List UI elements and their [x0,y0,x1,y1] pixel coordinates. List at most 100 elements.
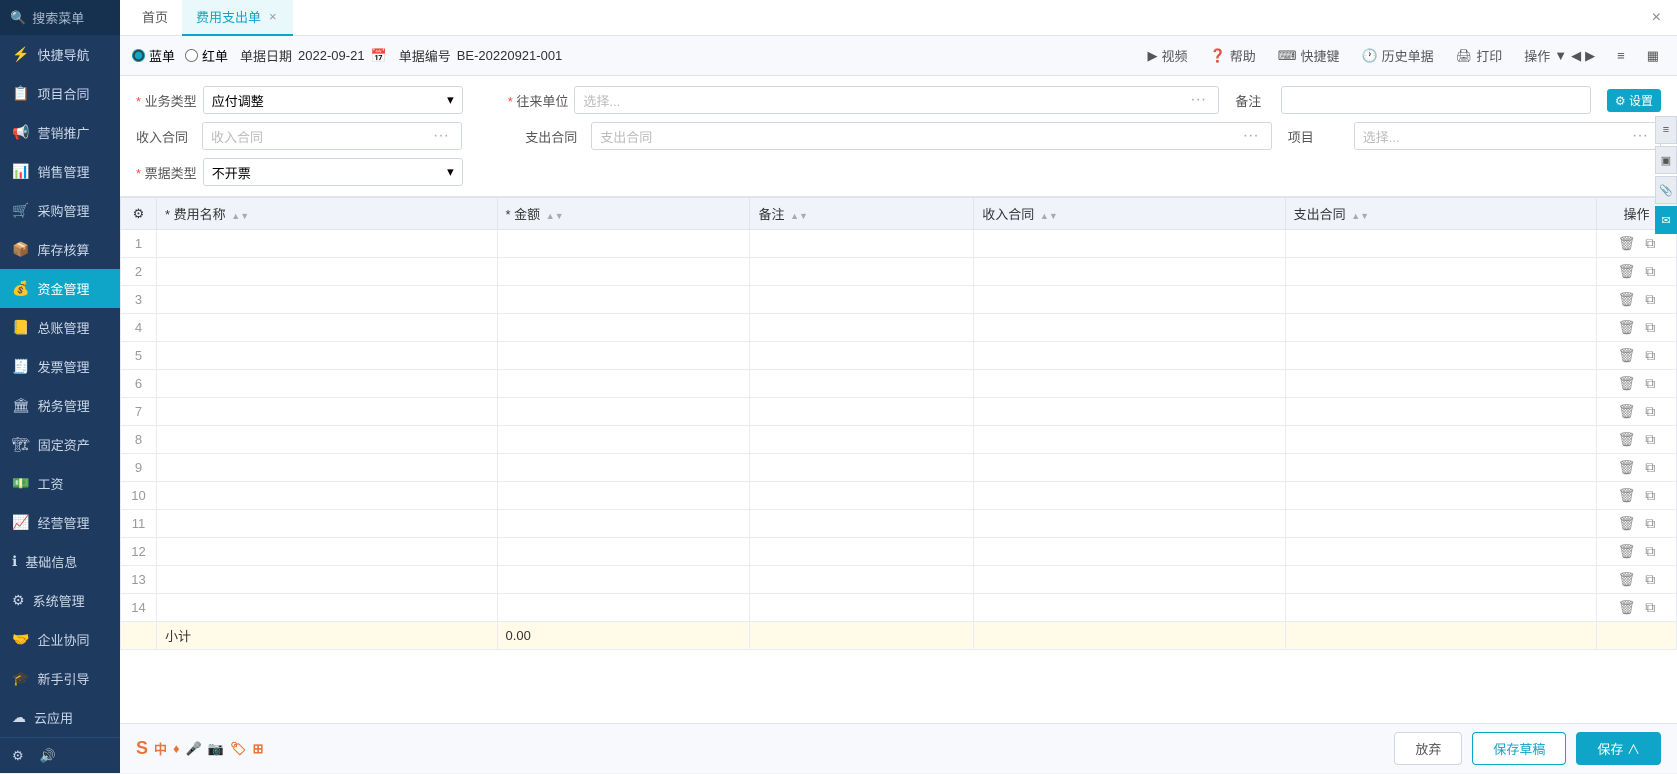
discard-button[interactable]: 放弃 [1394,732,1462,765]
cell-remark[interactable] [750,342,974,370]
delete-icon[interactable]: 🗑 [1615,319,1639,335]
calendar-icon[interactable]: 📅 [371,48,387,64]
sidebar-item-enterprise-coop[interactable]: 🤝企业协同 [0,620,120,659]
cell-income-contract[interactable] [974,482,1285,510]
side-icon-list[interactable]: ≡ [1655,116,1677,144]
cell-expense-name[interactable] [157,370,498,398]
delete-icon[interactable]: 🗑 [1615,571,1639,587]
cell-expense-name[interactable] [157,398,498,426]
sidebar-item-fund-mgmt[interactable]: 💰资金管理 [0,269,120,308]
cell-income-contract[interactable] [974,230,1285,258]
sidebar-item-operations[interactable]: 📈经营管理 [0,503,120,542]
side-icon-grid[interactable]: ▣ [1655,146,1677,174]
sort-icons-expense[interactable]: ▲▼ [231,211,249,221]
sidebar-item-new-guide[interactable]: 🎓新手引导 [0,659,120,698]
cell-expense-name[interactable] [157,314,498,342]
print-btn[interactable]: 🖨 打印 [1450,44,1509,67]
radio-red-input[interactable] [185,49,198,62]
cell-expense-contract[interactable] [1285,258,1596,286]
cell-expense-name[interactable] [157,510,498,538]
delete-icon[interactable]: 🗑 [1615,515,1639,531]
cell-amount[interactable] [497,566,750,594]
cell-remark[interactable] [750,594,974,622]
nav-left-icon[interactable]: ◀ [1571,48,1581,64]
cell-amount[interactable] [497,370,750,398]
cell-amount[interactable] [497,454,750,482]
cell-remark[interactable] [750,454,974,482]
delete-icon[interactable]: 🗑 [1615,543,1639,559]
cell-amount[interactable] [497,482,750,510]
cell-expense-name[interactable] [157,230,498,258]
view-grid-btn[interactable]: ▦ [1641,46,1665,66]
sort-icons-amount[interactable]: ▲▼ [546,211,564,221]
cell-income-contract[interactable] [974,370,1285,398]
invoice-type-select[interactable]: 不开票 ▾ [203,158,463,186]
cell-expense-name[interactable] [157,454,498,482]
sidebar-item-salary[interactable]: 💵工资 [0,464,120,503]
cell-expense-contract[interactable] [1285,370,1596,398]
cell-remark[interactable] [750,566,974,594]
cell-amount[interactable] [497,398,750,426]
cell-remark[interactable] [750,426,974,454]
income-contract-select[interactable]: 收入合同 ··· [202,122,462,150]
partner-select[interactable]: 选择... ··· [574,86,1219,114]
copy-icon[interactable]: ⧉ [1642,515,1658,531]
radio-blue-label[interactable]: 蓝单 [132,46,175,65]
copy-icon[interactable]: ⧉ [1642,235,1658,251]
partner-ellipsis-btn[interactable]: ··· [1186,91,1210,109]
expense-contract-select[interactable]: 支出合同 ··· [591,122,1272,150]
window-close-btn[interactable]: × [1652,9,1661,27]
cell-amount[interactable] [497,426,750,454]
cell-amount[interactable] [497,342,750,370]
sidebar-item-tax-mgmt[interactable]: 🏛税务管理 [0,386,120,425]
copy-icon[interactable]: ⧉ [1642,543,1658,559]
video-btn[interactable]: ▶ 视频 [1141,44,1193,67]
cell-remark[interactable] [750,398,974,426]
cell-income-contract[interactable] [974,398,1285,426]
sidebar-item-fixed-assets[interactable]: 🏗固定资产 [0,425,120,464]
delete-icon[interactable]: 🗑 [1615,347,1639,363]
delete-icon[interactable]: 🗑 [1615,403,1639,419]
cell-remark[interactable] [750,370,974,398]
copy-icon[interactable]: ⧉ [1642,459,1658,475]
cell-income-contract[interactable] [974,426,1285,454]
cell-amount[interactable] [497,314,750,342]
sort-icons-income[interactable]: ▲▼ [1040,211,1058,221]
settings-btn[interactable]: ⚙ 设置 [1607,89,1661,112]
cell-expense-contract[interactable] [1285,538,1596,566]
cell-remark[interactable] [750,538,974,566]
cell-expense-name[interactable] [157,594,498,622]
cell-remark[interactable] [750,510,974,538]
cell-expense-name[interactable] [157,342,498,370]
sort-icons-expense-c[interactable]: ▲▼ [1351,211,1369,221]
sort-icons-remark[interactable]: ▲▼ [790,211,808,221]
cell-amount[interactable] [497,258,750,286]
sidebar-item-purchase-mgmt[interactable]: 🛒采购管理 [0,191,120,230]
copy-icon[interactable]: ⧉ [1642,431,1658,447]
view-toggle-btn[interactable]: ≡ [1611,46,1631,65]
cell-remark[interactable] [750,286,974,314]
sidebar-item-sys-mgmt[interactable]: ⚙系统管理 [0,581,120,620]
delete-icon[interactable]: 🗑 [1615,487,1639,503]
cell-income-contract[interactable] [974,510,1285,538]
cell-expense-contract[interactable] [1285,482,1596,510]
cell-income-contract[interactable] [974,454,1285,482]
tab-home[interactable]: 首页 [128,0,182,36]
expense-contract-ellipsis[interactable]: ··· [1239,127,1263,145]
cell-expense-name[interactable] [157,426,498,454]
delete-icon[interactable]: 🗑 [1615,375,1639,391]
remark-input[interactable] [1281,86,1591,114]
copy-icon[interactable]: ⧉ [1642,599,1658,615]
delete-icon[interactable]: 🗑 [1615,459,1639,475]
sidebar-item-invoice-mgmt[interactable]: 🧾发票管理 [0,347,120,386]
cell-expense-contract[interactable] [1285,426,1596,454]
cell-amount[interactable] [497,594,750,622]
cell-expense-contract[interactable] [1285,230,1596,258]
project-ellipsis[interactable]: ··· [1628,127,1652,145]
copy-icon[interactable]: ⧉ [1642,347,1658,363]
sidebar-item-marketing[interactable]: 📢营销推广 [0,113,120,152]
sidebar-item-inventory[interactable]: 📦库存核算 [0,230,120,269]
cell-expense-contract[interactable] [1285,286,1596,314]
help-btn[interactable]: ❓ 帮助 [1204,44,1262,67]
tab-close-button[interactable]: × [267,9,279,24]
